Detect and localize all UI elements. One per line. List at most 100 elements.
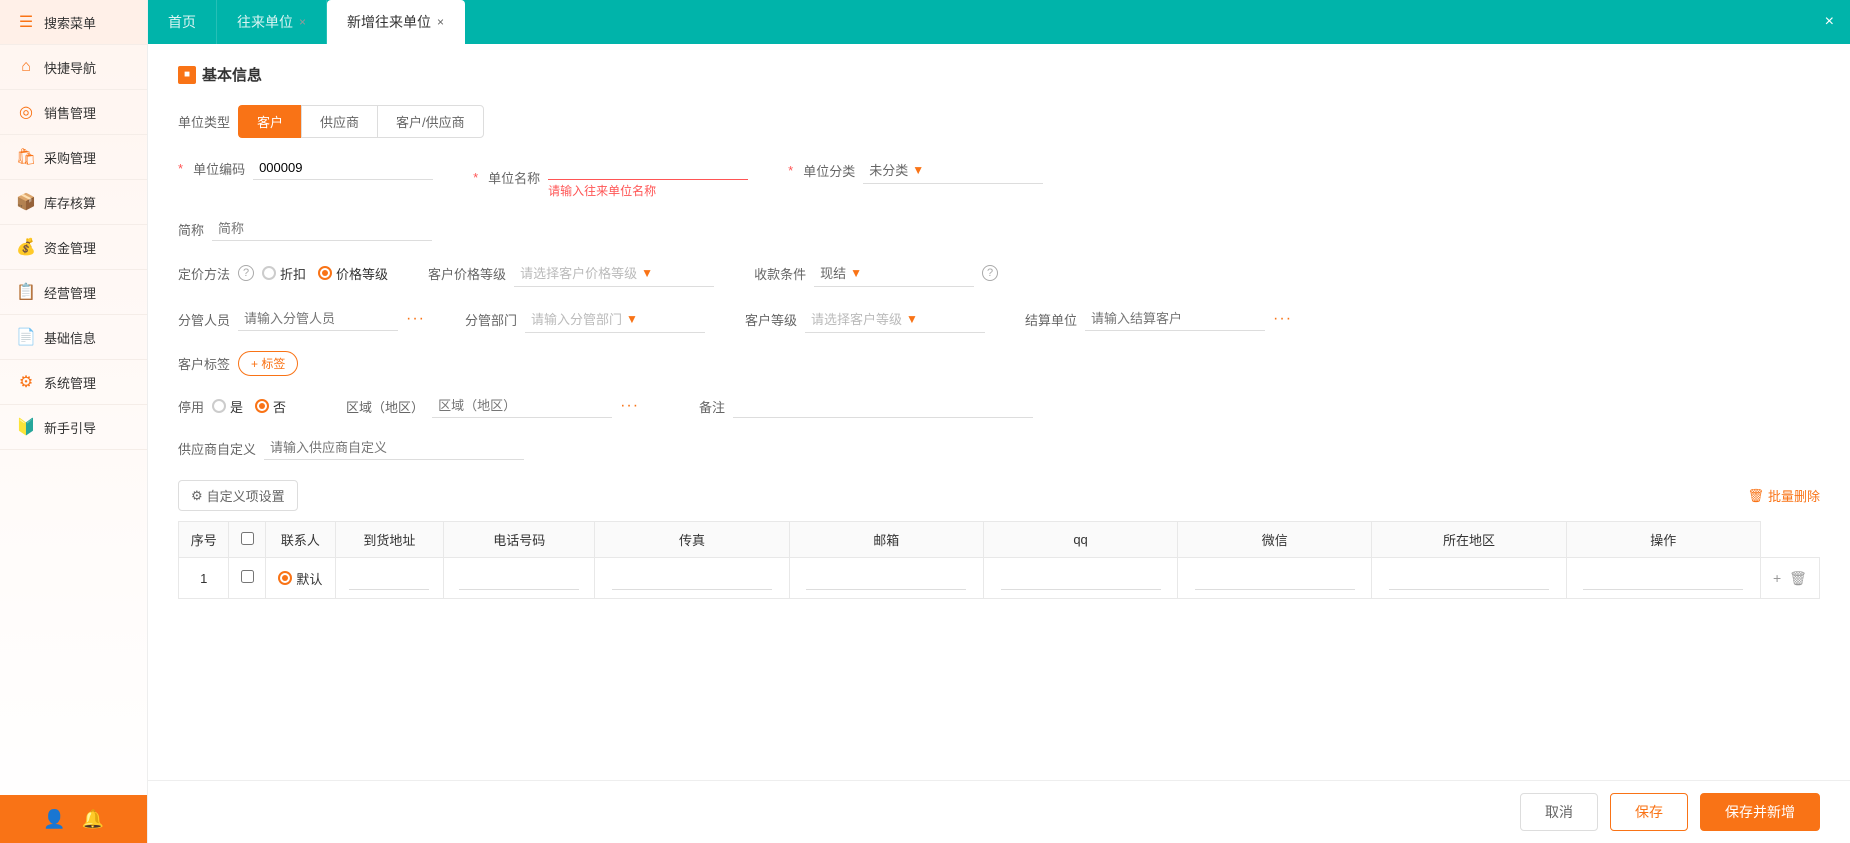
pricing-row: 定价方法 ? 折扣 价格等级 客户价格等级 请选择客户价格等级 (178, 259, 1820, 287)
short-name-input[interactable] (212, 217, 432, 241)
unit-code-group: * 单位编码 (178, 156, 433, 180)
select-all-checkbox[interactable] (241, 532, 254, 545)
form-footer: 取消 保存 保存并新增 (148, 780, 1850, 843)
sidebar-item-sales[interactable]: ◎ 销售管理 (0, 90, 147, 135)
unit-code-label: 单位编码 (193, 159, 245, 178)
tab-bar: 首页 往来单位 × 新增往来单位 × × (148, 0, 1850, 44)
unit-name-input[interactable] (548, 156, 748, 180)
save-button[interactable]: 保存 (1610, 793, 1688, 831)
row-checkbox[interactable] (241, 570, 254, 583)
save-new-button[interactable]: 保存并新增 (1700, 793, 1820, 831)
payment-terms-tooltip-icon[interactable]: ? (982, 265, 998, 281)
unit-category-select[interactable]: 未分类 ▼ (863, 156, 1043, 184)
section-icon: ■ (178, 66, 196, 84)
radio-price-level-circle (318, 266, 332, 280)
close-new-partner-tab[interactable]: × (437, 15, 444, 29)
unit-type-both[interactable]: 客户/供应商 (377, 105, 484, 138)
sidebar-item-system[interactable]: ⚙ 系统管理 (0, 360, 147, 405)
chevron-down-icon: ▼ (906, 312, 918, 326)
settlement-unit-label: 结算单位 (1025, 310, 1077, 329)
pricing-tooltip-icon[interactable]: ? (238, 265, 254, 281)
add-tag-button[interactable]: + 标签 (238, 351, 298, 376)
tab-home[interactable]: 首页 (148, 0, 217, 44)
manager-group: 分管人员 ··· (178, 307, 425, 331)
manager-more-btn[interactable]: ··· (406, 310, 425, 328)
wechat-input[interactable] (1389, 566, 1549, 590)
tab-new-partner[interactable]: 新增往来单位 × (327, 0, 465, 44)
row-default-radio[interactable]: 默认 (278, 569, 322, 588)
batch-delete-btn[interactable]: 🗑 批量删除 (1747, 486, 1820, 505)
add-row-icon[interactable]: + (1773, 570, 1781, 586)
payment-terms-select[interactable]: 现结 ▼ (814, 259, 974, 287)
manager-label: 分管人员 (178, 310, 230, 329)
region-more-btn[interactable]: ··· (620, 397, 639, 415)
unit-type-supplier[interactable]: 供应商 (301, 105, 377, 138)
radio-no[interactable]: 否 (255, 397, 286, 416)
sidebar-item-quick-nav[interactable]: ⌂ 快捷导航 (0, 45, 147, 90)
manager-input[interactable] (238, 307, 398, 331)
close-all-tabs[interactable]: × (1825, 13, 1850, 31)
bell-icon[interactable]: 🔔 (82, 809, 104, 830)
supplier-custom-input[interactable] (264, 436, 524, 460)
table-toolbar: ⚙ 自定义项设置 🗑 批量删除 (178, 480, 1820, 521)
contact-input[interactable] (349, 566, 429, 590)
email-input[interactable] (1001, 566, 1161, 590)
department-group: 分管部门 请输入分管部门 ▼ (465, 305, 705, 333)
radio-yes[interactable]: 是 (212, 397, 243, 416)
col-select (229, 522, 265, 558)
sidebar-item-finance[interactable]: 💰 资金管理 (0, 225, 147, 270)
settlement-unit-input[interactable] (1085, 307, 1265, 331)
settlement-unit-more-btn[interactable]: ··· (1273, 310, 1292, 328)
region-input[interactable] (432, 394, 612, 418)
unit-type-customer[interactable]: 客户 (238, 105, 301, 138)
col-电话号码: 电话号码 (444, 522, 595, 558)
user-icon[interactable]: 👤 (43, 809, 65, 830)
supplier-custom-row: 供应商自定义 (178, 436, 1820, 460)
close-partner-list-tab[interactable]: × (299, 15, 306, 29)
sidebar-item-operation[interactable]: 📋 经营管理 (0, 270, 147, 315)
cell-qq (1178, 558, 1372, 599)
cancel-button[interactable]: 取消 (1520, 793, 1598, 831)
delete-row-icon[interactable]: 🗑 (1789, 570, 1807, 587)
payment-terms-label: 收款条件 (754, 264, 806, 283)
pricing-radio-group: 折扣 价格等级 (262, 264, 388, 283)
customer-level-select[interactable]: 请选择客户等级 ▼ (805, 305, 985, 333)
operation-icon: 📋 (16, 282, 36, 302)
section-title: 基本信息 (202, 64, 262, 85)
custom-settings-button[interactable]: ⚙ 自定义项设置 (178, 480, 298, 511)
unit-name-error: 请输入往来单位名称 (548, 182, 748, 199)
col-qq: qq (983, 522, 1177, 558)
department-select[interactable]: 请输入分管部门 ▼ (525, 305, 705, 333)
search-icon: ☰ (16, 12, 36, 32)
radio-discount[interactable]: 折扣 (262, 264, 306, 283)
row-region-input[interactable] (1583, 566, 1743, 590)
finance-icon: 💰 (16, 237, 36, 257)
col-联系人: 联系人 (265, 522, 335, 558)
sidebar-item-purchase[interactable]: 🛍 采购管理 (0, 135, 147, 180)
disabled-row: 停用 是 否 区域（地区） ··· (178, 394, 1820, 418)
sidebar-item-inventory[interactable]: 📦 库存核算 (0, 180, 147, 225)
table-row: 1 默认 (179, 558, 1820, 599)
radio-price-level[interactable]: 价格等级 (318, 264, 388, 283)
cell-contact (335, 558, 443, 599)
radio-no-circle (255, 399, 269, 413)
sidebar-item-search[interactable]: ☰ 搜索菜单 (0, 0, 147, 45)
address-input[interactable] (459, 566, 579, 590)
sidebar-item-guide[interactable]: 🔰 新手引导 (0, 405, 147, 450)
tab-partner-list[interactable]: 往来单位 × (217, 0, 327, 44)
remark-input[interactable] (733, 394, 1033, 418)
remark-label: 备注 (699, 397, 725, 416)
sidebar-item-basic[interactable]: 📄 基础信息 (0, 315, 147, 360)
col-微信: 微信 (1178, 522, 1372, 558)
phone-input[interactable] (612, 566, 772, 590)
unit-code-input[interactable] (253, 156, 433, 180)
chevron-down-icon: ▼ (912, 163, 924, 177)
short-name-row: 简称 (178, 217, 1820, 241)
settlement-unit-group: 结算单位 ··· (1025, 307, 1292, 331)
customer-price-level-select[interactable]: 请选择客户价格等级 ▼ (514, 259, 714, 287)
qq-input[interactable] (1195, 566, 1355, 590)
cell-email (983, 558, 1177, 599)
unit-type-label: 单位类型 (178, 112, 230, 131)
fax-input[interactable] (806, 566, 966, 590)
row-default-radio-circle (278, 571, 292, 585)
